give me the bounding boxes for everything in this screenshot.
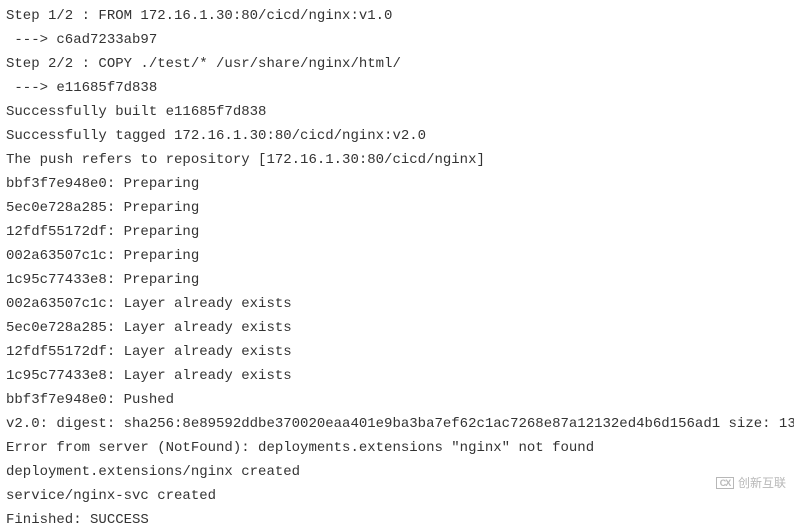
- log-line: service/nginx-svc created: [6, 484, 788, 508]
- log-line: v2.0: digest: sha256:8e89592ddbe370020ea…: [6, 412, 788, 436]
- log-line: bbf3f7e948e0: Preparing: [6, 172, 788, 196]
- log-line: 1c95c77433e8: Preparing: [6, 268, 788, 292]
- log-line: 12fdf55172df: Preparing: [6, 220, 788, 244]
- log-line: bbf3f7e948e0: Pushed: [6, 388, 788, 412]
- log-line: 12fdf55172df: Layer already exists: [6, 340, 788, 364]
- log-line: Successfully built e11685f7d838: [6, 100, 788, 124]
- log-line: Successfully tagged 172.16.1.30:80/cicd/…: [6, 124, 788, 148]
- build-log-output: Step 1/2 : FROM 172.16.1.30:80/cicd/ngin…: [6, 4, 788, 532]
- log-line: 002a63507c1c: Layer already exists: [6, 292, 788, 316]
- log-line: Step 1/2 : FROM 172.16.1.30:80/cicd/ngin…: [6, 4, 788, 28]
- watermark-logo-icon: CX: [716, 477, 734, 489]
- log-line: Error from server (NotFound): deployment…: [6, 436, 788, 460]
- watermark-label: 创新互联: [738, 471, 786, 495]
- log-line: 5ec0e728a285: Preparing: [6, 196, 788, 220]
- log-line: Step 2/2 : COPY ./test/* /usr/share/ngin…: [6, 52, 788, 76]
- log-line: Finished: SUCCESS: [6, 508, 788, 532]
- log-line: 002a63507c1c: Preparing: [6, 244, 788, 268]
- log-line: ---> c6ad7233ab97: [6, 28, 788, 52]
- log-line: 1c95c77433e8: Layer already exists: [6, 364, 788, 388]
- log-line: ---> e11685f7d838: [6, 76, 788, 100]
- log-line: The push refers to repository [172.16.1.…: [6, 148, 788, 172]
- watermark: CX 创新互联: [716, 471, 786, 495]
- log-line: 5ec0e728a285: Layer already exists: [6, 316, 788, 340]
- log-line: deployment.extensions/nginx created: [6, 460, 788, 484]
